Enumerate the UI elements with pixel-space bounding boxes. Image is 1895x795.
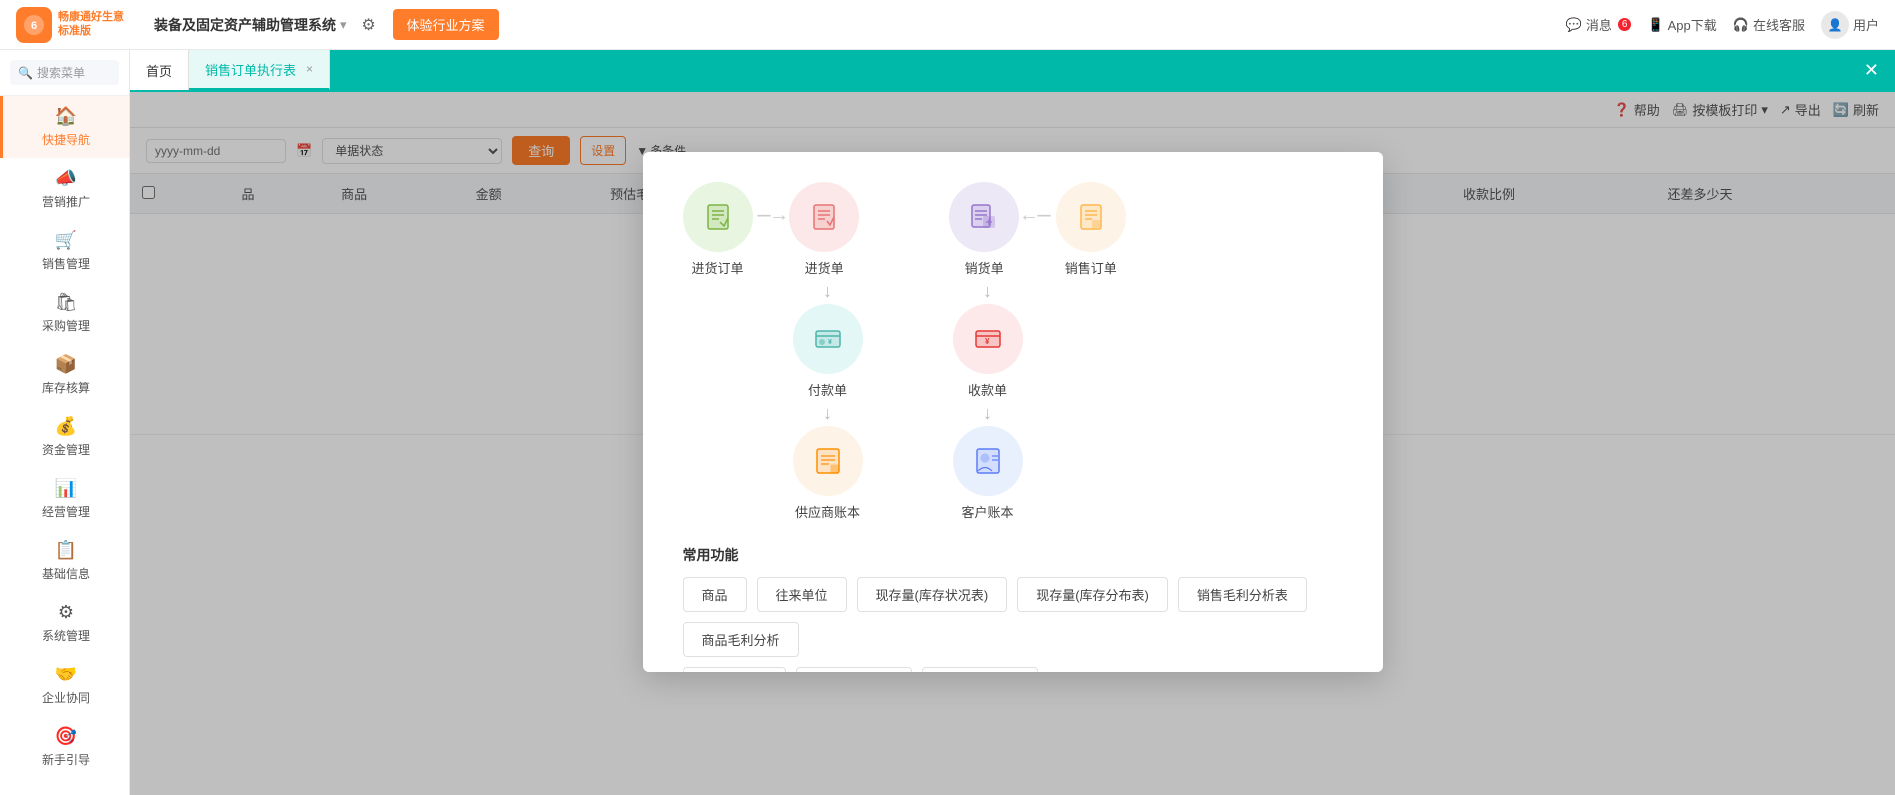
func-btn-1[interactable]: 往来单位 bbox=[757, 577, 847, 612]
content-wrapper: ❓ 帮助 🖨 按模板打印 ▾ ↗ 导出 🔄 bbox=[130, 92, 1895, 795]
purchase-order-node[interactable]: 进货订单 bbox=[683, 182, 753, 277]
tab-spacer: ✕ bbox=[330, 50, 1895, 90]
sidebar-search[interactable]: 🔍 搜索菜单 bbox=[0, 50, 129, 96]
sidebar-item-sales[interactable]: 🛒 销售管理 bbox=[0, 220, 129, 282]
arrow-down-sale: ↓ bbox=[953, 281, 1023, 302]
sidebar-item-operations[interactable]: 📊 经营管理 bbox=[0, 468, 129, 530]
target-icon: 🎯 bbox=[55, 726, 77, 747]
purchase-bill-icon bbox=[789, 182, 859, 252]
arrow-down-purchase: ↓ bbox=[793, 281, 863, 302]
system-title: 装备及固定资产辅助管理系统 bbox=[154, 15, 336, 35]
sale-bill-icon bbox=[949, 182, 1019, 252]
flow-row-arrows2: ↓ ↓ bbox=[683, 403, 1126, 424]
box-icon: 📦 bbox=[55, 354, 77, 375]
clipboard-icon: 📋 bbox=[55, 540, 77, 561]
func-btn-7[interactable]: 收款情况统计 bbox=[796, 667, 912, 672]
sidebar-item-purchase[interactable]: 🛍 采购管理 bbox=[0, 282, 129, 344]
flow-row-arrows: ↓ ↓ bbox=[683, 281, 1126, 302]
try-button[interactable]: 体验行业方案 bbox=[393, 9, 499, 40]
func-btn-4[interactable]: 销售毛利分析表 bbox=[1178, 577, 1307, 612]
purchase-bill-node[interactable]: 进货单 bbox=[789, 182, 859, 277]
system-dropdown[interactable]: ▾ bbox=[340, 17, 347, 33]
headset-icon: 🎧 bbox=[1733, 17, 1749, 33]
sidebar-item-basic-info[interactable]: 📋 基础信息 bbox=[0, 530, 129, 592]
message-action[interactable]: 💬 消息 6 bbox=[1566, 15, 1632, 34]
top-bar: 6 畅康通好生意 标准版 装备及固定资产辅助管理系统 ▾ ⚙ 体验行业方案 💬 … bbox=[0, 0, 1895, 50]
func-grid: 商品 往来单位 现存量(库存状况表) 现存量(库存分布表) 销售毛利分析表 商品… bbox=[683, 577, 1343, 657]
purchase-order-icon bbox=[683, 182, 753, 252]
sidebar-item-inventory[interactable]: 📦 库存核算 bbox=[0, 344, 129, 406]
func-btn-3[interactable]: 现存量(库存分布表) bbox=[1017, 577, 1168, 612]
message-icon: 💬 bbox=[1566, 17, 1582, 33]
func-grid-2: 销售排行榜 收款情况统计 付款情况统计 bbox=[683, 667, 1343, 672]
tab-close-icon[interactable]: × bbox=[306, 62, 313, 76]
home-icon: 🏠 bbox=[55, 106, 77, 127]
tabs-bar: 首页 销售订单执行表 × ✕ bbox=[130, 50, 1895, 92]
customer-account-icon bbox=[953, 426, 1023, 496]
logo: 6 畅康通好生意 标准版 bbox=[16, 7, 146, 43]
search-icon: 🔍 bbox=[18, 66, 33, 80]
common-functions-title: 常用功能 bbox=[683, 545, 1343, 565]
arrow-down-receipt: ↓ bbox=[953, 403, 1023, 424]
arrow-right-1: - - - → bbox=[757, 182, 786, 227]
sale-order-node[interactable]: 销售订单 bbox=[1056, 182, 1126, 277]
cart-icon: 🛒 bbox=[55, 230, 77, 251]
sale-bill-node[interactable]: 销货单 bbox=[949, 182, 1019, 277]
gear-icon[interactable]: ⚙ bbox=[355, 11, 383, 39]
bag-icon: 🛍 bbox=[55, 292, 78, 313]
sidebar-item-finance[interactable]: 💰 资金管理 bbox=[0, 406, 129, 468]
user-action[interactable]: 👤 用户 bbox=[1821, 11, 1879, 39]
modal-overlay[interactable]: 进货订单 - - - → bbox=[130, 92, 1895, 795]
svg-text:¥: ¥ bbox=[985, 337, 990, 346]
supplier-account-icon bbox=[793, 426, 863, 496]
megaphone-icon: 📣 bbox=[55, 168, 77, 189]
modal-content: 进货订单 - - - → bbox=[643, 152, 1383, 672]
customer-account-node[interactable]: 客户账本 bbox=[953, 426, 1023, 521]
payment-bill-icon: ¥ bbox=[793, 304, 863, 374]
sidebar: 🔍 搜索菜单 🏠 快捷导航 📣 营销推广 🛒 销售管理 🛍 采购管理 bbox=[0, 50, 130, 795]
online-service-action[interactable]: 🎧 在线客服 bbox=[1733, 15, 1805, 34]
func-btn-6[interactable]: 销售排行榜 bbox=[683, 667, 786, 672]
sidebar-item-quicknav[interactable]: 🏠 快捷导航 bbox=[0, 96, 129, 158]
money-icon: 💰 bbox=[55, 416, 77, 437]
supplier-account-node[interactable]: 供应商账本 bbox=[793, 426, 863, 521]
func-btn-0[interactable]: 商品 bbox=[683, 577, 747, 612]
top-bar-right: 💬 消息 6 📱 App下载 🎧 在线客服 👤 用户 bbox=[1566, 11, 1879, 39]
message-badge: 6 bbox=[1618, 18, 1632, 31]
logo-text: 畅康通好生意 标准版 bbox=[58, 11, 124, 37]
tab-home[interactable]: 首页 bbox=[130, 50, 189, 90]
tab-sales-order[interactable]: 销售订单执行表 × bbox=[189, 50, 330, 90]
func-btn-5[interactable]: 商品毛利分析 bbox=[683, 622, 799, 657]
flow-row-accounts: 供应商账本 客户账本 bbox=[683, 426, 1126, 521]
flow-row-payment: ¥ 付款单 ¥ bbox=[683, 304, 1126, 399]
chart-icon: 📊 bbox=[55, 478, 77, 499]
sidebar-item-guide[interactable]: 🎯 新手引导 bbox=[0, 716, 129, 778]
func-btn-8[interactable]: 付款情况统计 bbox=[922, 667, 1038, 672]
sidebar-item-system[interactable]: ⚙ 系统管理 bbox=[0, 592, 129, 654]
content-area: 首页 销售订单执行表 × ✕ ❓ 帮助 bbox=[130, 50, 1895, 795]
arrow-left-1: - - - → bbox=[1023, 182, 1052, 227]
settings-icon: ⚙ bbox=[58, 602, 74, 623]
receipt-bill-node[interactable]: ¥ 收款单 bbox=[953, 304, 1023, 399]
payment-bill-node[interactable]: ¥ 付款单 bbox=[793, 304, 863, 399]
handshake-icon: 🤝 bbox=[55, 664, 77, 685]
sidebar-item-enterprise[interactable]: 🤝 企业协同 bbox=[0, 654, 129, 716]
flow-row-top: 进货订单 - - - → bbox=[683, 182, 1126, 277]
receipt-bill-icon: ¥ bbox=[953, 304, 1023, 374]
window-close-button[interactable]: ✕ bbox=[1848, 50, 1895, 90]
func-btn-2[interactable]: 现存量(库存状况表) bbox=[857, 577, 1008, 612]
arrow-down-payment: ↓ bbox=[793, 403, 863, 424]
avatar: 👤 bbox=[1821, 11, 1849, 39]
svg-text:¥: ¥ bbox=[828, 339, 832, 346]
common-functions: 常用功能 商品 往来单位 现存量(库存状况表) 现存量(库存分布表) 销售毛利分… bbox=[683, 545, 1343, 672]
svg-text:6: 6 bbox=[31, 20, 37, 32]
sidebar-item-marketing[interactable]: 📣 营销推广 bbox=[0, 158, 129, 220]
logo-icon: 6 bbox=[16, 7, 52, 43]
sale-order-icon bbox=[1056, 182, 1126, 252]
phone-icon: 📱 bbox=[1647, 17, 1663, 33]
flow-diagram: 进货订单 - - - → bbox=[683, 182, 1343, 521]
app-download-action[interactable]: 📱 App下载 bbox=[1647, 15, 1716, 34]
